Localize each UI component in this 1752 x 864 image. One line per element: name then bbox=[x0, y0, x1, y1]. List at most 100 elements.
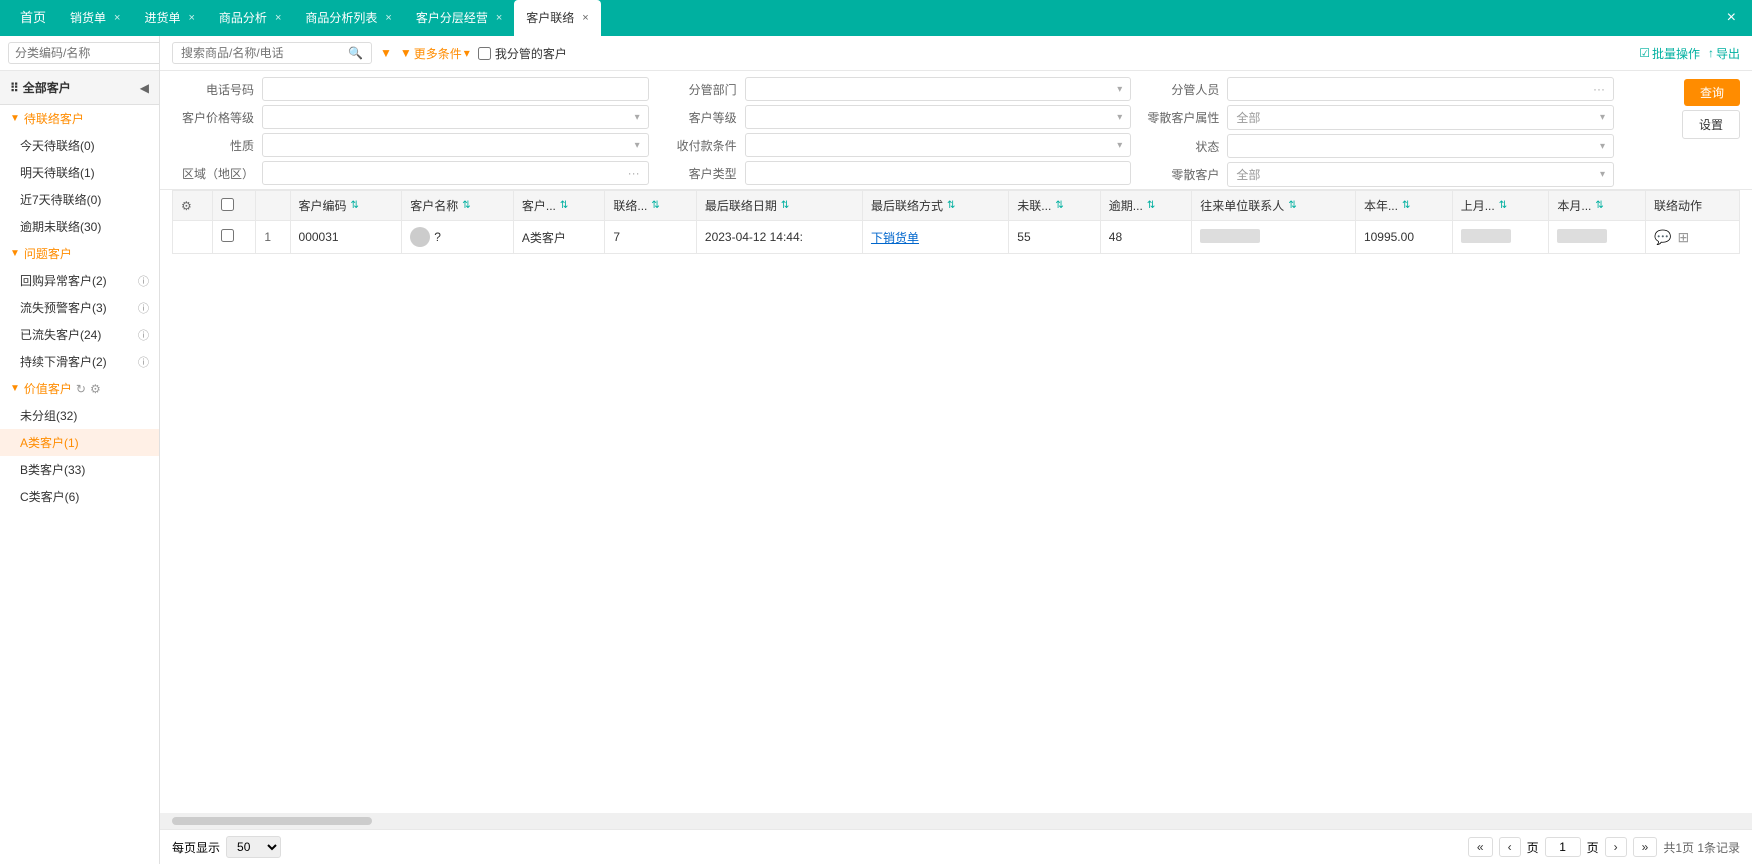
this-month-placeholder bbox=[1557, 229, 1607, 243]
nav-close-customer-contact[interactable]: × bbox=[582, 0, 588, 36]
dots-icon[interactable]: ··· bbox=[1593, 82, 1605, 96]
filter-manager-input[interactable]: ··· bbox=[1227, 77, 1614, 101]
last-page-btn[interactable]: » bbox=[1633, 837, 1658, 857]
nav-tab-customer-contact[interactable]: 客户联络 × bbox=[514, 0, 600, 36]
my-customers-checkbox-label[interactable]: 我分管的客户 bbox=[478, 45, 567, 62]
th-last-date[interactable]: 最后联络日期 ⇅ bbox=[696, 191, 862, 221]
sidebar-item-ungrouped[interactable]: 未分组(32) bbox=[0, 402, 159, 429]
search-icon[interactable]: 🔍 bbox=[348, 46, 363, 60]
filter-region-input[interactable]: ··· bbox=[262, 161, 649, 185]
sidebar-item-7days[interactable]: 近7天待联络(0) bbox=[0, 186, 159, 213]
chevron-down-icon: ▾ bbox=[1600, 112, 1605, 123]
nav-close-customer-tier[interactable]: × bbox=[496, 0, 502, 36]
search-input[interactable] bbox=[181, 46, 348, 60]
window-close-btn[interactable]: × bbox=[1719, 9, 1744, 27]
batch-op-btn[interactable]: ☑ 批量操作 bbox=[1639, 45, 1700, 62]
sidebar-item-churn-warning[interactable]: 流失预警客户(3) ⓘ bbox=[0, 294, 159, 321]
setting-btn[interactable]: 设置 bbox=[1682, 110, 1740, 139]
filter-status: 状态 ▾ bbox=[1137, 134, 1614, 158]
filter-customer-level-select[interactable]: ▾ bbox=[745, 105, 1132, 129]
filter-phone-input[interactable] bbox=[262, 77, 649, 101]
chevron-down-icon: ▾ bbox=[1117, 84, 1122, 95]
filter-price-level-select[interactable]: ▾ bbox=[262, 105, 649, 129]
sidebar-collapse-btn[interactable]: ◀ bbox=[140, 81, 149, 95]
nav-tab-sales[interactable]: 销货单 × bbox=[58, 0, 132, 36]
sidebar-item-repurchase-abnormal[interactable]: 回购异常客户(2) ⓘ bbox=[0, 267, 159, 294]
th-code[interactable]: 客户编码 ⇅ bbox=[290, 191, 402, 221]
info-icon: ⓘ bbox=[138, 327, 149, 343]
arrow-icon: ▼ bbox=[10, 113, 20, 124]
sidebar-search-area: 🔍 bbox=[0, 36, 159, 71]
filter-retail-attr-select[interactable]: 全部 ▾ bbox=[1227, 105, 1614, 130]
refresh-icon[interactable]: ↻ bbox=[76, 382, 86, 396]
filter-manager-label: 分管人员 bbox=[1137, 81, 1227, 98]
th-company-contact[interactable]: 往来单位联系人 ⇅ bbox=[1192, 191, 1356, 221]
page-input[interactable] bbox=[1545, 837, 1581, 857]
more-filter-btn[interactable]: ▼ 更多条件 ▾ bbox=[400, 45, 470, 62]
dots-icon[interactable]: ··· bbox=[628, 166, 640, 180]
export-btn[interactable]: ↑ 导出 bbox=[1708, 45, 1740, 62]
sidebar-search-input[interactable] bbox=[8, 42, 160, 64]
nav-close-analysis-list[interactable]: × bbox=[385, 0, 391, 36]
th-this-year[interactable]: 本年... ⇅ bbox=[1355, 191, 1452, 221]
td-this-year: 10995.00 bbox=[1355, 221, 1452, 254]
nav-tab-purchase[interactable]: 进货单 × bbox=[132, 0, 206, 36]
th-contact[interactable]: 联络... ⇅ bbox=[605, 191, 697, 221]
nav-tab-analysis[interactable]: 商品分析 × bbox=[207, 0, 293, 36]
filter-nature-select[interactable]: ▾ bbox=[262, 133, 649, 157]
nav-close-sales[interactable]: × bbox=[114, 0, 120, 36]
th-uncontacted[interactable]: 未联... ⇅ bbox=[1009, 191, 1101, 221]
th-settings[interactable]: ⚙ bbox=[173, 191, 213, 221]
sidebar-item-overdue[interactable]: 逾期未联络(30) bbox=[0, 213, 159, 240]
sidebar-section-pending-header[interactable]: ▼ 待联络客户 bbox=[0, 105, 159, 132]
th-last-method[interactable]: 最后联络方式 ⇅ bbox=[862, 191, 1008, 221]
sidebar-item-churned[interactable]: 已流失客户(24) ⓘ bbox=[0, 321, 159, 348]
last-month-placeholder bbox=[1461, 229, 1511, 243]
row-checkbox[interactable] bbox=[221, 229, 234, 242]
filter-section: 电话号码 客户价格等级 ▾ 性质 bbox=[160, 71, 1752, 190]
sidebar-item-today[interactable]: 今天待联络(0) bbox=[0, 132, 159, 159]
sidebar-item-a-class[interactable]: A类客户(1) bbox=[0, 429, 159, 456]
my-customers-checkbox[interactable] bbox=[478, 47, 491, 60]
sidebar-section-value-header[interactable]: ▼ 价值客户 ↻ ⚙ bbox=[0, 375, 159, 402]
prev-page-btn[interactable]: ‹ bbox=[1499, 837, 1521, 857]
scrollbar-thumb[interactable] bbox=[172, 817, 372, 825]
info-icon: ⓘ bbox=[138, 354, 149, 370]
nav-close-analysis[interactable]: × bbox=[275, 0, 281, 36]
sidebar-item-b-class[interactable]: B类客户(33) bbox=[0, 456, 159, 483]
sidebar-item-tomorrow[interactable]: 明天待联络(1) bbox=[0, 159, 159, 186]
filter-customer-type-input[interactable] bbox=[745, 161, 1132, 185]
horizontal-scrollbar[interactable] bbox=[172, 817, 1740, 825]
filter-dept-select[interactable]: ▾ bbox=[745, 77, 1132, 101]
query-btn[interactable]: 查询 bbox=[1684, 79, 1740, 106]
gear-icon[interactable]: ⚙ bbox=[181, 199, 192, 213]
nav-home[interactable]: 首页 bbox=[8, 0, 58, 36]
next-page-btn[interactable]: › bbox=[1605, 837, 1627, 857]
batch-op-icon: ☑ bbox=[1639, 46, 1650, 60]
grid-action-icon[interactable]: ⊞ bbox=[1677, 229, 1689, 246]
td-checkbox bbox=[213, 221, 256, 254]
th-name[interactable]: 客户名称 ⇅ bbox=[402, 191, 514, 221]
sort-icon: ⇅ bbox=[651, 200, 659, 211]
first-page-btn[interactable]: « bbox=[1468, 837, 1493, 857]
th-type[interactable]: 客户... ⇅ bbox=[513, 191, 605, 221]
sidebar-item-c-class[interactable]: C类客户(6) bbox=[0, 483, 159, 510]
select-all-checkbox[interactable] bbox=[221, 198, 234, 211]
filter-status-select[interactable]: ▾ bbox=[1227, 134, 1614, 158]
last-method-link[interactable]: 下销货单 bbox=[871, 231, 919, 245]
th-this-month[interactable]: 本月... ⇅ bbox=[1549, 191, 1646, 221]
nav-tab-analysis-list[interactable]: 商品分析列表 × bbox=[293, 0, 403, 36]
sidebar-item-declining[interactable]: 持续下滑客户(2) ⓘ bbox=[0, 348, 159, 375]
filter-payment-select[interactable]: ▾ bbox=[745, 133, 1132, 157]
nav-tab-customer-tier[interactable]: 客户分层经营 × bbox=[404, 0, 514, 36]
settings-small-icon[interactable]: ⚙ bbox=[90, 382, 101, 396]
sidebar-section-pending: ▼ 待联络客户 今天待联络(0) 明天待联络(1) 近7天待联络(0) 逾期未联… bbox=[0, 105, 159, 240]
th-last-month[interactable]: 上月... ⇅ bbox=[1452, 191, 1549, 221]
filter-retail-customer-select[interactable]: 全部 ▾ bbox=[1227, 162, 1614, 187]
page-size-select[interactable]: 10 20 50 100 bbox=[226, 836, 281, 858]
nav-close-purchase[interactable]: × bbox=[188, 0, 194, 36]
td-overdue: 48 bbox=[1100, 221, 1192, 254]
chat-action-icon[interactable]: 💬 bbox=[1654, 229, 1671, 246]
sidebar-section-problem-header[interactable]: ▼ 问题客户 bbox=[0, 240, 159, 267]
th-overdue[interactable]: 逾期... ⇅ bbox=[1100, 191, 1192, 221]
